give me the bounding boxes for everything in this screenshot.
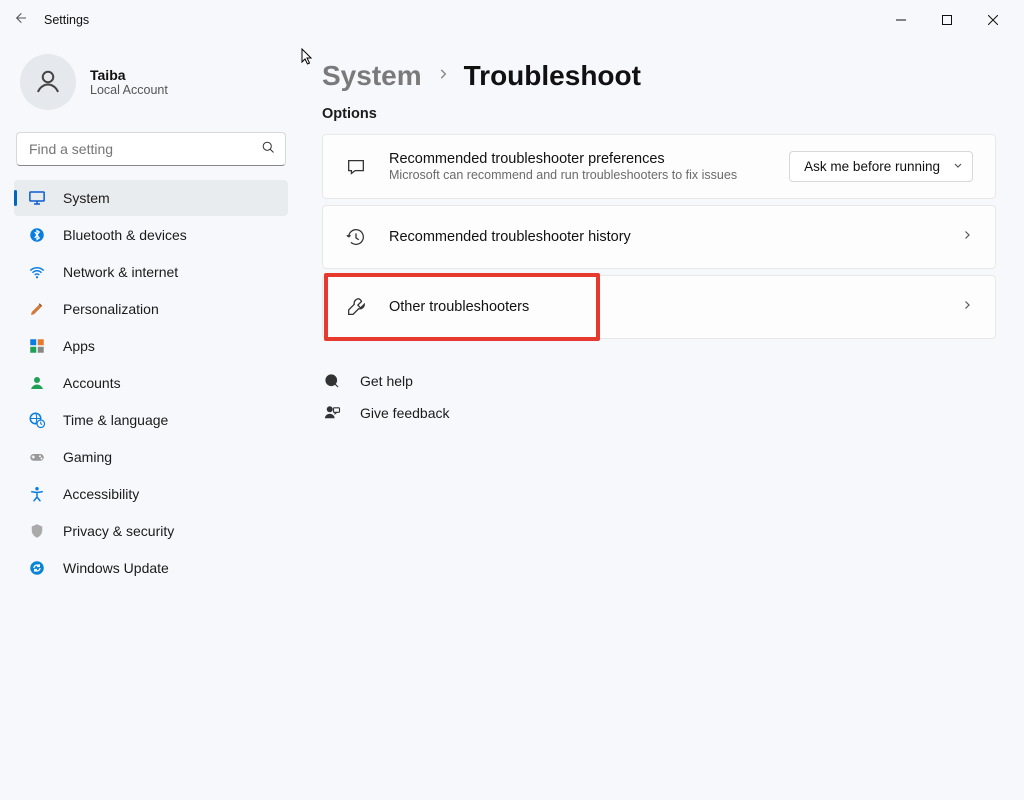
help-icon	[322, 371, 342, 391]
sidebar-item-label: Personalization	[63, 301, 159, 317]
search-box[interactable]	[16, 132, 286, 166]
wrench-icon	[345, 296, 367, 318]
sidebar-item-accessibility[interactable]: Accessibility	[14, 476, 288, 512]
sidebar-item-label: Privacy & security	[63, 523, 174, 539]
breadcrumb-current: Troubleshoot	[464, 60, 641, 92]
close-button[interactable]	[970, 4, 1016, 36]
section-label-options: Options	[322, 106, 996, 122]
user-subtitle: Local Account	[90, 83, 168, 97]
search-icon	[261, 140, 276, 160]
troubleshooter-preferences-card[interactable]: Recommended troubleshooter preferences M…	[322, 134, 996, 199]
globe-clock-icon	[28, 411, 46, 429]
sidebar-item-windows-update[interactable]: Windows Update	[14, 550, 288, 586]
sidebar-item-label: Time & language	[63, 412, 168, 428]
wifi-icon	[28, 263, 46, 281]
sidebar-item-label: Apps	[63, 338, 95, 354]
chevron-right-icon	[961, 228, 973, 246]
monitor-icon	[28, 189, 46, 207]
sidebar-item-accounts[interactable]: Accounts	[14, 365, 288, 401]
troubleshooter-history-card[interactable]: Recommended troubleshooter history	[322, 205, 996, 269]
main-content: System Troubleshoot Options Recommended …	[300, 40, 1024, 800]
dropdown-label: Ask me before running	[804, 159, 940, 174]
card-subtitle: Microsoft can recommend and run troubles…	[389, 168, 767, 182]
user-account-row[interactable]: Taiba Local Account	[14, 46, 288, 126]
search-input[interactable]	[16, 132, 286, 166]
accessibility-icon	[28, 485, 46, 503]
avatar	[20, 54, 76, 110]
get-help-link[interactable]: Get help	[322, 371, 996, 391]
back-icon[interactable]	[12, 10, 28, 31]
breadcrumb-parent[interactable]: System	[322, 60, 422, 92]
sidebar-item-label: Accounts	[63, 375, 121, 391]
sidebar-item-time-language[interactable]: Time & language	[14, 402, 288, 438]
chevron-down-icon	[952, 159, 964, 174]
update-icon	[28, 559, 46, 577]
card-title: Other troubleshooters	[389, 299, 939, 315]
sidebar-item-gaming[interactable]: Gaming	[14, 439, 288, 475]
sidebar-item-privacy-security[interactable]: Privacy & security	[14, 513, 288, 549]
sidebar: Taiba Local Account System Bluetooth & d…	[0, 40, 300, 800]
sidebar-item-label: Gaming	[63, 449, 112, 465]
card-title: Recommended troubleshooter history	[389, 229, 939, 245]
titlebar: Settings	[0, 0, 1024, 40]
link-label: Get help	[360, 373, 413, 389]
feedback-icon	[322, 403, 342, 423]
shield-icon	[28, 522, 46, 540]
person-icon	[28, 374, 46, 392]
user-name: Taiba	[90, 67, 168, 83]
gamepad-icon	[28, 448, 46, 466]
breadcrumb: System Troubleshoot	[322, 60, 996, 92]
sidebar-item-apps[interactable]: Apps	[14, 328, 288, 364]
minimize-button[interactable]	[878, 4, 924, 36]
other-troubleshooters-card[interactable]: Other troubleshooters	[322, 275, 996, 339]
sidebar-item-label: Windows Update	[63, 560, 169, 576]
preference-dropdown[interactable]: Ask me before running	[789, 151, 973, 182]
sidebar-item-bluetooth[interactable]: Bluetooth & devices	[14, 217, 288, 253]
nav-list: System Bluetooth & devices Network & int…	[14, 180, 288, 586]
window-title: Settings	[44, 13, 89, 27]
apps-icon	[28, 337, 46, 355]
settings-window: Settings Taiba Local Account	[0, 0, 1024, 800]
history-icon	[345, 226, 367, 248]
maximize-button[interactable]	[924, 4, 970, 36]
card-title: Recommended troubleshooter preferences	[389, 151, 767, 167]
sidebar-item-system[interactable]: System	[14, 180, 288, 216]
sidebar-item-label: Network & internet	[63, 264, 178, 280]
chat-bubble-icon	[345, 156, 367, 178]
chevron-right-icon	[436, 67, 450, 86]
sidebar-item-label: System	[63, 190, 110, 206]
paintbrush-icon	[28, 300, 46, 318]
sidebar-item-label: Bluetooth & devices	[63, 227, 187, 243]
chevron-right-icon	[961, 298, 973, 316]
sidebar-item-label: Accessibility	[63, 486, 139, 502]
give-feedback-link[interactable]: Give feedback	[322, 403, 996, 423]
bluetooth-icon	[28, 226, 46, 244]
link-label: Give feedback	[360, 405, 450, 421]
sidebar-item-network[interactable]: Network & internet	[14, 254, 288, 290]
sidebar-item-personalization[interactable]: Personalization	[14, 291, 288, 327]
